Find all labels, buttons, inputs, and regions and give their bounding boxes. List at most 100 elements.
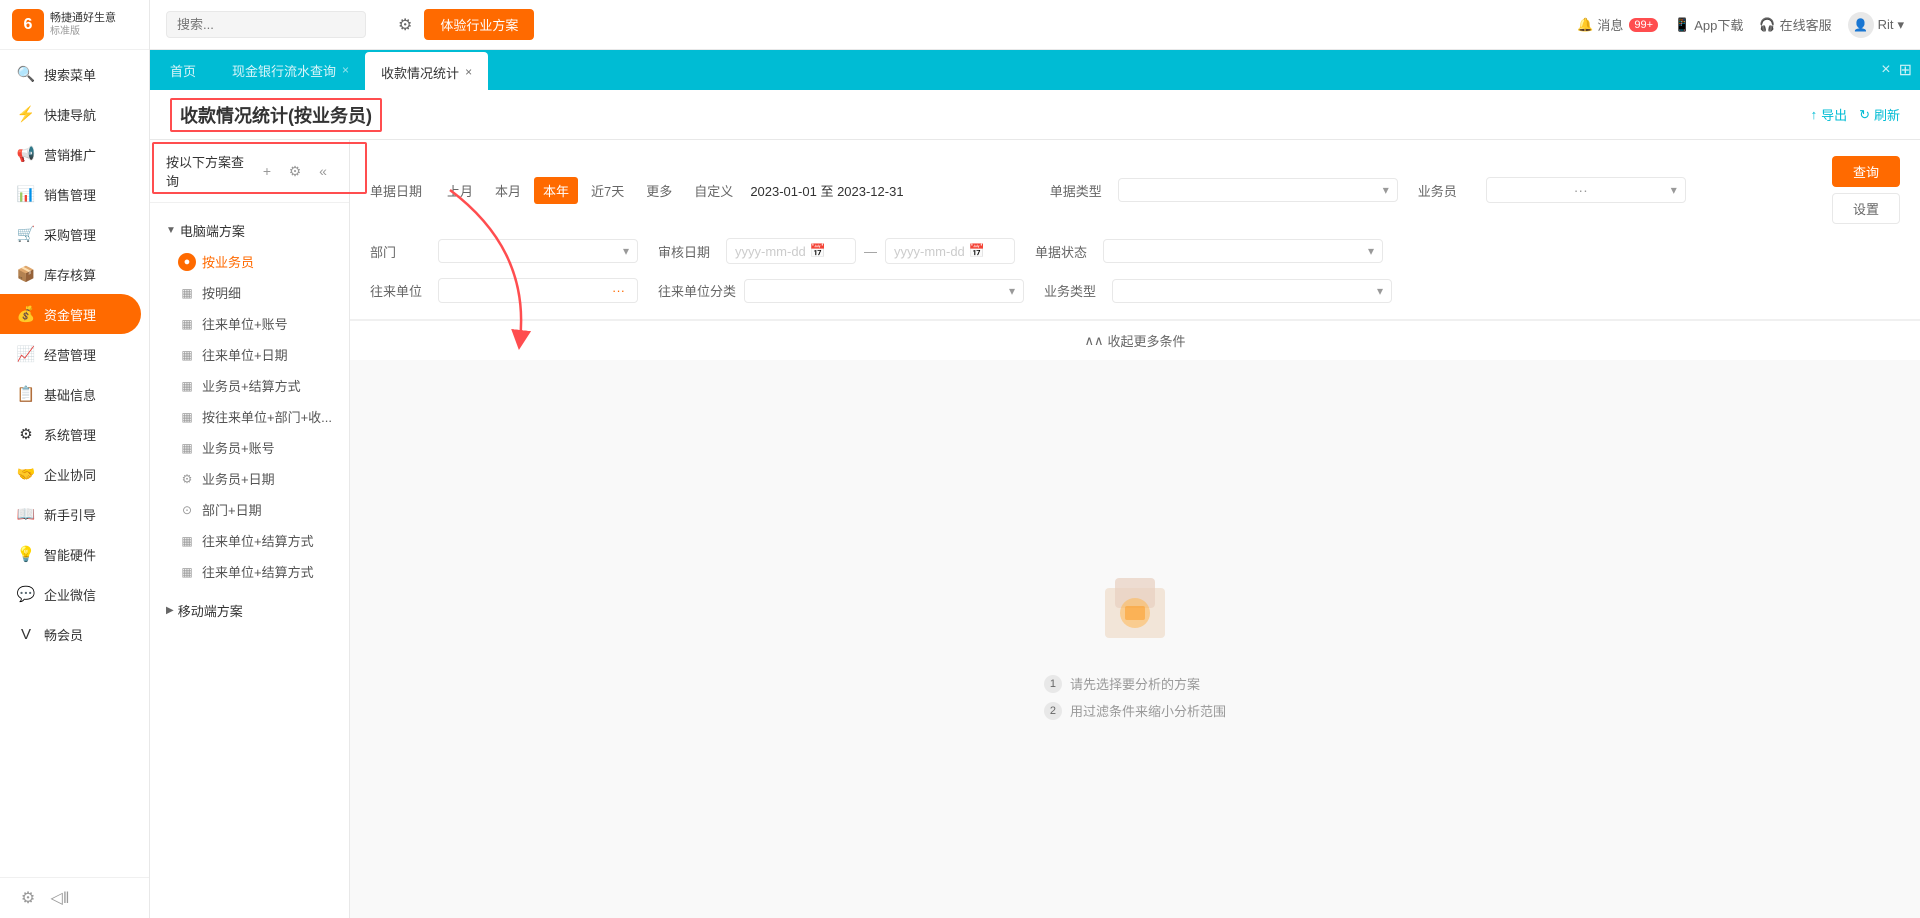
- filter-row-1: 单据日期 上月 本月 本年 近7天 更多 自定义 2023-01-01: [370, 156, 1900, 224]
- sidebar-item-基础信息[interactable]: 📋 基础信息: [0, 374, 149, 414]
- sidebar-item-资金管理[interactable]: 💰 资金管理: [0, 294, 141, 334]
- review-date-from-picker[interactable]: yyyy-mm-dd 📅: [726, 238, 856, 264]
- scheme-settings-icon[interactable]: ⚙: [285, 161, 305, 181]
- left-panel-header: 按以下方案查询 + ⚙ «: [150, 140, 349, 203]
- review-date-label: 审核日期: [658, 242, 718, 261]
- counterparty-cat-select[interactable]: ▾: [744, 279, 1024, 303]
- trial-button[interactable]: 体验行业方案: [424, 9, 534, 40]
- doc-type-select[interactable]: ▾: [1118, 178, 1398, 202]
- sidebar-label: 经营管理: [44, 345, 96, 364]
- sidebar-item-新手引导[interactable]: 📖 新手引导: [0, 494, 149, 534]
- scheme-item-1[interactable]: ▦ 按明细: [150, 277, 349, 308]
- sidebar-item-智能硬件[interactable]: 💡 智能硬件: [0, 534, 149, 574]
- scheme-group-mobile-label: 移动端方案: [178, 601, 243, 620]
- query-button[interactable]: 查询: [1832, 156, 1900, 187]
- sidebar-icon: 🔍: [16, 64, 36, 84]
- date-tab-7days[interactable]: 近7天: [582, 177, 633, 204]
- left-panel-body: ▼ 电脑端方案 ●按业务员 ▦ 按明细 ▦往来单位+账号▦往来单位+日期 ▦ 业务员+结算…: [150, 203, 349, 918]
- date-tab-this-year[interactable]: 本年: [534, 177, 578, 204]
- online-service-area[interactable]: 🎧 在线客服: [1759, 15, 1831, 34]
- review-date-to-picker[interactable]: yyyy-mm-dd 📅: [885, 238, 1015, 264]
- sidebar-label: 企业协同: [44, 465, 96, 484]
- doc-status-select[interactable]: ▾: [1103, 239, 1383, 263]
- setting-button[interactable]: 设置: [1832, 193, 1900, 224]
- app-download-area[interactable]: 📱 App下载: [1674, 15, 1743, 34]
- scheme-item-label: 业务员+结算方式: [202, 376, 301, 395]
- left-panel: 按以下方案查询 + ⚙ « ▼ 电脑端方案 ●按业务员▦按明细▦往来单位+账号▦…: [150, 140, 350, 918]
- tab-maximize-icon[interactable]: ⊞: [1899, 60, 1912, 80]
- date-tab-custom[interactable]: 自定义: [685, 177, 742, 204]
- sidebar-item-畅会员[interactable]: V 畅会员: [0, 614, 149, 654]
- scheme-item-5[interactable]: ▦按往来单位+部门+收...: [150, 401, 349, 432]
- sidebar-icon: ⚡: [16, 104, 36, 124]
- scheme-icon: ▦: [178, 532, 196, 550]
- scheme-icon: ▦: [178, 439, 196, 457]
- sidebar-icon: 📖: [16, 504, 36, 524]
- scheme-item-3[interactable]: ▦往来单位+日期: [150, 339, 349, 370]
- dept-select[interactable]: ▾: [438, 239, 638, 263]
- tab-bar: 首页 现金银行流水查询 × 收款情况统计 × × ⊞: [150, 50, 1920, 90]
- date-tab-last-month[interactable]: 上月: [438, 177, 482, 204]
- settings-header-icon[interactable]: ⚙: [398, 15, 412, 35]
- scheme-icon: ▦: [178, 408, 196, 426]
- sidebar-item-快捷导航[interactable]: ⚡ 快捷导航: [0, 94, 149, 134]
- salesperson-select[interactable]: ··· ▾: [1486, 177, 1686, 203]
- sidebar-item-经营管理[interactable]: 📈 经营管理: [0, 334, 149, 374]
- sidebar-item-库存核算[interactable]: 📦 库存核算: [0, 254, 149, 294]
- sidebar-label: 快捷导航: [44, 105, 96, 124]
- tab-receipt-stats[interactable]: 收款情况统计 ×: [365, 52, 488, 92]
- collapse-footer-icon[interactable]: ◁‖: [48, 886, 72, 910]
- user-avatar: 👤: [1848, 12, 1874, 38]
- sidebar-item-企业微信[interactable]: 💬 企业微信: [0, 574, 149, 614]
- filter-area: 单据日期 上月 本月 本年 近7天 更多 自定义 2023-01-01: [350, 140, 1920, 320]
- user-area[interactable]: 👤 Rit ▾: [1848, 12, 1904, 38]
- notification-area[interactable]: 🔔 消息 99+: [1577, 15, 1658, 34]
- sidebar-item-营销推广[interactable]: 📢 营销推广: [0, 134, 149, 174]
- export-button[interactable]: ↑ 导出: [1811, 105, 1848, 124]
- search-input[interactable]: [166, 11, 366, 38]
- scheme-item-8[interactable]: ⊙部门+日期: [150, 494, 349, 525]
- add-scheme-icon[interactable]: +: [257, 161, 277, 181]
- scheme-group-desktop-header[interactable]: ▼ 电脑端方案: [150, 215, 349, 246]
- scheme-group-mobile-header[interactable]: ▶ 移动端方案: [150, 595, 349, 626]
- collapse-panel-icon[interactable]: «: [313, 161, 333, 181]
- header-right: 🔔 消息 99+ 📱 App下载 🎧 在线客服 👤 Rit ▾: [1577, 12, 1904, 38]
- filter-counterparty-cat-item: 往来单位分类 ▾: [658, 279, 1024, 303]
- sidebar-item-采购管理[interactable]: 🛒 采购管理: [0, 214, 149, 254]
- sidebar-item-系统管理[interactable]: ⚙ 系统管理: [0, 414, 149, 454]
- scheme-item-9[interactable]: ▦往来单位+结算方式: [150, 525, 349, 556]
- salesperson-more-icon[interactable]: ···: [1574, 182, 1588, 198]
- counterparty-select[interactable]: ···: [438, 278, 638, 303]
- sidebar-item-搜索菜单[interactable]: 🔍 搜索菜单: [0, 54, 149, 94]
- sidebar-item-销售管理[interactable]: 📊 销售管理: [0, 174, 149, 214]
- scheme-item-6[interactable]: ▦业务员+账号: [150, 432, 349, 463]
- scheme-item-0[interactable]: ●按业务员: [150, 246, 349, 277]
- filter-counterparty-item: 往来单位 ···: [370, 278, 638, 303]
- collapse-bar[interactable]: ∧∧ 收起更多条件: [350, 320, 1920, 360]
- tab-close-all-icon[interactable]: ×: [1881, 61, 1890, 79]
- scheme-icon: ▦: [178, 284, 196, 302]
- tab-home[interactable]: 首页: [150, 50, 216, 90]
- scheme-icon: ▦: [178, 377, 196, 395]
- filter-biz-type-item: 业务类型 ▾: [1044, 279, 1392, 303]
- scheme-item-10[interactable]: ▦往来单位+结算方式: [150, 556, 349, 587]
- counterparty-more-icon[interactable]: ···: [612, 283, 625, 298]
- refresh-button[interactable]: ↻ 刷新: [1859, 105, 1900, 124]
- empty-step-1: 1 请先选择要分析的方案: [1044, 674, 1226, 693]
- sidebar-icon: 🤝: [16, 464, 36, 484]
- review-date-from-value: yyyy-mm-dd: [735, 244, 806, 259]
- tab-cash-flow[interactable]: 现金银行流水查询 ×: [216, 50, 365, 90]
- scheme-item-7[interactable]: ⚙业务员+日期: [150, 463, 349, 494]
- tab-cash-flow-close[interactable]: ×: [342, 63, 349, 77]
- export-icon: ↑: [1811, 107, 1818, 122]
- date-tab-more[interactable]: 更多: [637, 177, 681, 204]
- scheme-item-2[interactable]: ▦往来单位+账号: [150, 308, 349, 339]
- scheme-item-4[interactable]: ▦ 业务员+结算方式: [150, 370, 349, 401]
- tab-receipt-stats-close[interactable]: ×: [465, 65, 472, 79]
- scheme-item-label: 按明细: [202, 283, 241, 302]
- sidebar-item-企业协同[interactable]: 🤝 企业协同: [0, 454, 149, 494]
- filter-row-2: 部门 ▾ 审核日期 yyyy-mm-dd 📅: [370, 238, 1900, 264]
- biz-type-select[interactable]: ▾: [1112, 279, 1392, 303]
- date-tab-this-month[interactable]: 本月: [486, 177, 530, 204]
- settings-footer-icon[interactable]: ⚙: [16, 886, 40, 910]
